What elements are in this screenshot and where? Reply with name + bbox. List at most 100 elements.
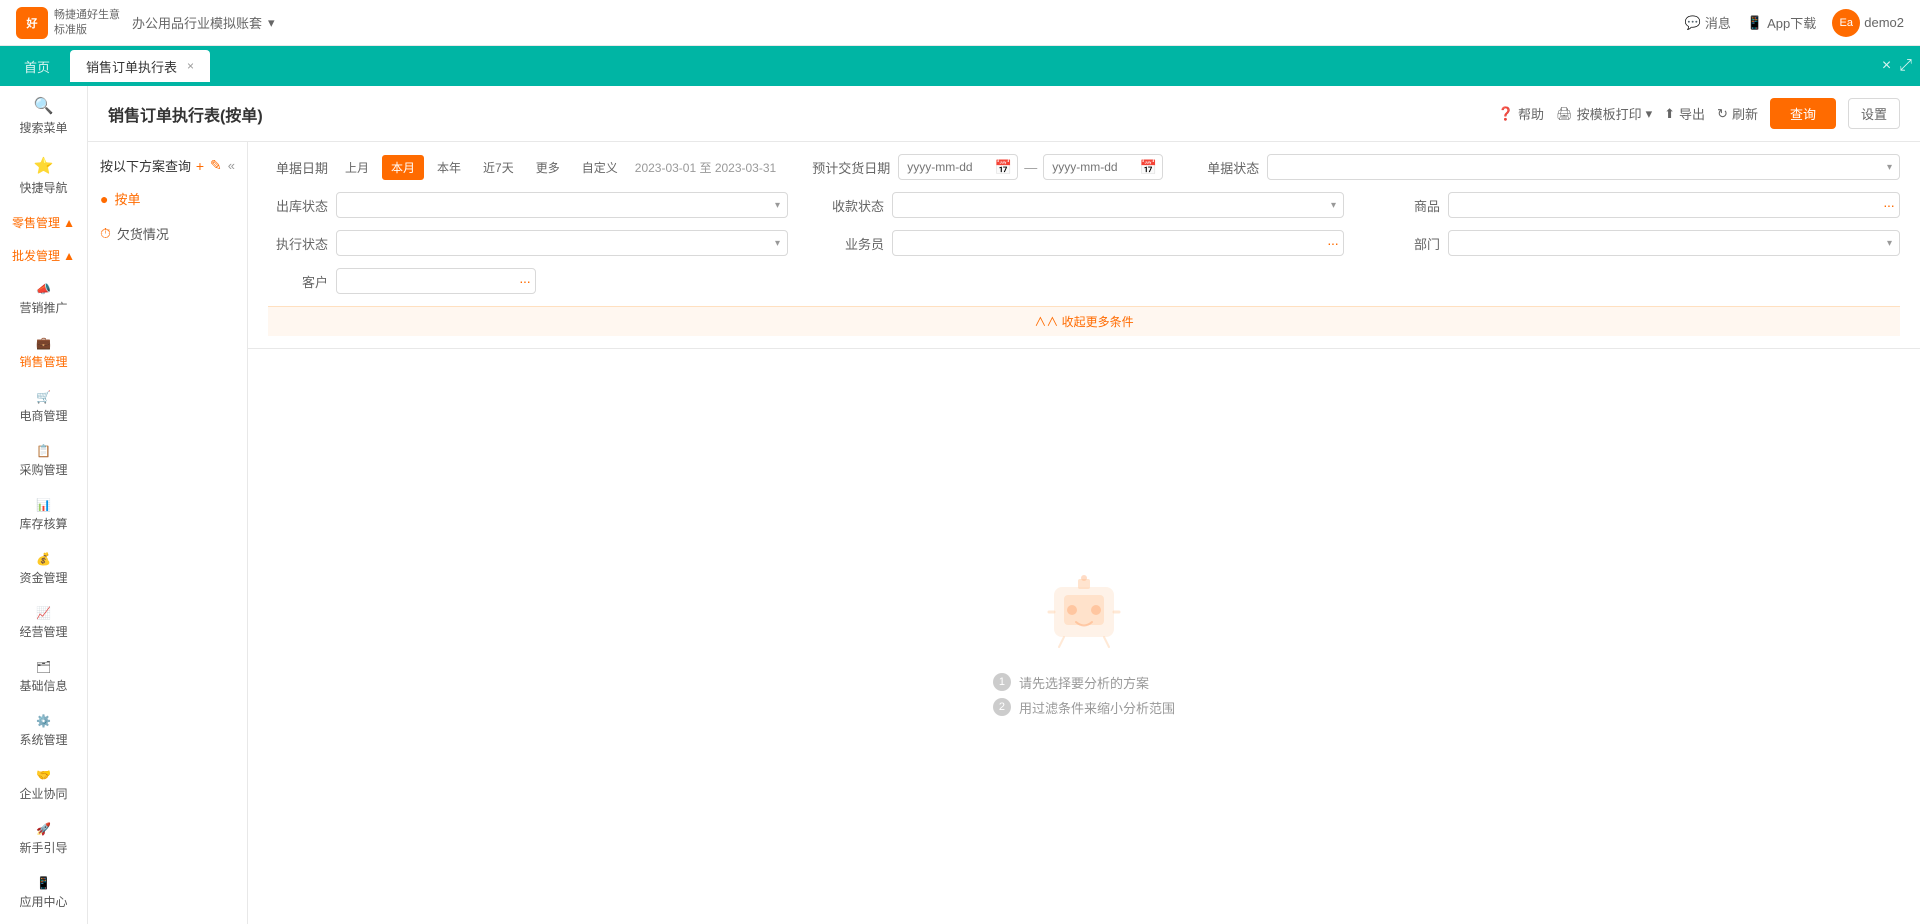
user-menu[interactable]: Ea demo2 xyxy=(1832,9,1904,37)
date-label: 单据日期 xyxy=(268,158,328,177)
customer-input-container: ··· xyxy=(336,268,536,294)
product-dots-icon[interactable]: ··· xyxy=(1883,197,1894,213)
quick-date-last-month[interactable]: 上月 xyxy=(336,155,378,180)
doc-status-select[interactable] xyxy=(1267,154,1900,180)
logo-text: 畅捷通好生意 标准版 xyxy=(54,8,120,37)
header-left: 好 畅捷通好生意 标准版 办公用品行业模拟账套 ▾ xyxy=(16,7,275,39)
salesperson-dots-icon[interactable]: ··· xyxy=(1327,235,1338,251)
quick-date-7days[interactable]: 近7天 xyxy=(474,155,523,180)
salesperson-input-container: ··· xyxy=(892,230,1344,256)
sidebar-item-newuser[interactable]: 🚀 新手引导 xyxy=(0,812,87,866)
tab-close-all-icon[interactable]: × xyxy=(1882,57,1891,75)
sidebar-item-finance[interactable]: 💰 资金管理 xyxy=(0,542,87,596)
quicknav-icon: ⭐ xyxy=(34,156,54,176)
sidebar-wholesale-header[interactable]: 批发管理 ▲ xyxy=(0,239,87,272)
dept-select[interactable] xyxy=(1448,230,1900,256)
help-icon: ❓ xyxy=(1498,106,1514,122)
sidebar-retail-arrow: ▲ xyxy=(63,216,75,230)
quick-date-more[interactable]: 更多 xyxy=(527,155,569,180)
print-button[interactable]: 🖨 按模板打印 ▾ xyxy=(1556,104,1652,123)
search-icon: 🔍 xyxy=(34,96,54,116)
collapse-bar[interactable]: ∧∧ 收起更多条件 xyxy=(268,306,1900,336)
tab-home[interactable]: 首页 xyxy=(8,50,66,82)
scheme-add-button[interactable]: + xyxy=(196,158,204,174)
sidebar-item-purchase[interactable]: 📋 采购管理 xyxy=(0,434,87,488)
product-filter: 商品 ··· xyxy=(1380,192,1900,218)
product-input-container: ··· xyxy=(1448,192,1900,218)
exec-status-select[interactable] xyxy=(336,230,788,256)
export-button[interactable]: ⬆ 导出 xyxy=(1664,104,1705,123)
calendar-end-icon[interactable]: 📅 xyxy=(1140,159,1157,176)
message-button[interactable]: 💬 消息 xyxy=(1685,13,1731,32)
tab-bar: 首页 销售订单执行表 × × ⤢ xyxy=(0,46,1920,86)
content-body: 按以下方案查询 + ✎ « ● 按单 ⏱ 欠货情况 xyxy=(88,142,1920,924)
logo-area: 好 畅捷通好生意 标准版 xyxy=(16,7,120,39)
quick-date-current-month[interactable]: 本月 xyxy=(382,155,424,180)
scheme-item-order[interactable]: ● 按单 xyxy=(88,181,247,216)
sidebar-group-retail: 零售管理 ▲ xyxy=(0,206,87,239)
scheme-header: 按以下方案查询 + ✎ « xyxy=(88,150,247,181)
customer-input[interactable] xyxy=(336,268,536,294)
top-header: 好 畅捷通好生意 标准版 办公用品行业模拟账套 ▾ 💬 消息 📱 App下载 E… xyxy=(0,0,1920,46)
breadcrumb[interactable]: 办公用品行业模拟账套 ▾ xyxy=(132,13,275,32)
sidebar-retail-header[interactable]: 零售管理 ▲ xyxy=(0,206,87,239)
sidebar-item-marketing[interactable]: 📣 营销推广 xyxy=(0,272,87,326)
settings-button[interactable]: 设置 xyxy=(1848,98,1900,129)
export-icon: ⬆ xyxy=(1664,106,1675,122)
refresh-icon: ↻ xyxy=(1717,106,1728,122)
message-icon: 💬 xyxy=(1685,15,1701,31)
scheme-debt-icon: ⏱ xyxy=(100,225,111,242)
tip-2-text: 用过滤条件来缩小分析范围 xyxy=(1019,698,1175,717)
app-download-button[interactable]: 📱 App下载 xyxy=(1747,13,1816,32)
payment-status-select[interactable] xyxy=(892,192,1344,218)
customer-label: 客户 xyxy=(268,272,328,291)
sidebar-item-wechat[interactable]: 💬 企业微信 xyxy=(0,920,87,924)
salesperson-filter: 业务员 ··· xyxy=(824,230,1344,256)
salesperson-input[interactable] xyxy=(892,230,1344,256)
scheme-item-debt[interactable]: ⏱ 欠货情况 xyxy=(88,216,247,251)
app-download-icon: 📱 xyxy=(1747,15,1763,31)
quick-date-current-year[interactable]: 本年 xyxy=(428,155,470,180)
search-button[interactable]: 查询 xyxy=(1770,98,1836,129)
expected-date-start-container: 📅 xyxy=(898,154,1018,180)
sidebar-item-appstore[interactable]: 📱 应用中心 xyxy=(0,866,87,920)
quick-date-custom[interactable]: 自定义 xyxy=(573,155,627,180)
scheme-edit-button[interactable]: ✎ xyxy=(210,157,222,174)
help-button[interactable]: ❓ 帮助 xyxy=(1498,104,1544,123)
empty-state: 1 请先选择要分析的方案 2 用过滤条件来缩小分析范围 xyxy=(248,349,1920,924)
expected-date-end-container: 📅 xyxy=(1043,154,1163,180)
filter-row-2: 出库状态 ▾ 收款状态 xyxy=(268,192,1900,218)
sidebar-item-sales[interactable]: 💼 销售管理 xyxy=(0,326,87,380)
delivery-status-select-container: ▾ xyxy=(336,192,788,218)
print-arrow-icon: ▾ xyxy=(1646,106,1653,122)
sidebar-item-collab[interactable]: 🤝 企业协同 xyxy=(0,758,87,812)
sidebar-item-ecommerce[interactable]: 🛒 电商管理 xyxy=(0,380,87,434)
sidebar-quicknav[interactable]: ⭐ 快捷导航 xyxy=(0,146,87,206)
date-separator: — xyxy=(1024,160,1037,175)
empty-illustration xyxy=(1034,557,1134,657)
customer-dots-icon[interactable]: ··· xyxy=(519,273,530,289)
expected-date-range: 📅 — 📅 xyxy=(898,154,1163,180)
product-input[interactable] xyxy=(1448,192,1900,218)
scheme-collapse-button[interactable]: « xyxy=(228,158,235,173)
expected-date-label: 预计交货日期 xyxy=(812,158,890,177)
sidebar-search[interactable]: 🔍 搜索菜单 xyxy=(0,86,87,146)
calendar-start-icon[interactable]: 📅 xyxy=(995,159,1012,176)
breadcrumb-arrow-icon: ▾ xyxy=(268,15,275,31)
content-area: 销售订单执行表(按单) ❓ 帮助 🖨 按模板打印 ▾ ⬆ 导出 xyxy=(88,86,1920,924)
empty-tip-2: 2 用过滤条件来缩小分析范围 xyxy=(993,698,1175,717)
sidebar-item-operation[interactable]: 📈 经营管理 xyxy=(0,596,87,650)
tab-sales-order[interactable]: 销售订单执行表 × xyxy=(70,50,210,82)
empty-tip-1: 1 请先选择要分析的方案 xyxy=(993,673,1175,692)
product-label: 商品 xyxy=(1380,196,1440,215)
sidebar-item-inventory[interactable]: 📊 库存核算 xyxy=(0,488,87,542)
payment-status-select-container: ▾ xyxy=(892,192,1344,218)
page-header: 销售订单执行表(按单) ❓ 帮助 🖨 按模板打印 ▾ ⬆ 导出 xyxy=(88,86,1920,142)
sidebar-item-basic[interactable]: 🗂 基础信息 xyxy=(0,650,87,704)
tab-close-icon[interactable]: × xyxy=(187,59,194,73)
delivery-status-select[interactable] xyxy=(336,192,788,218)
tab-expand-icon[interactable]: ⤢ xyxy=(1899,57,1912,75)
sidebar-item-system[interactable]: ⚙️ 系统管理 xyxy=(0,704,87,758)
refresh-button[interactable]: ↻ 刷新 xyxy=(1717,104,1758,123)
page-title: 销售订单执行表(按单) xyxy=(108,102,263,126)
